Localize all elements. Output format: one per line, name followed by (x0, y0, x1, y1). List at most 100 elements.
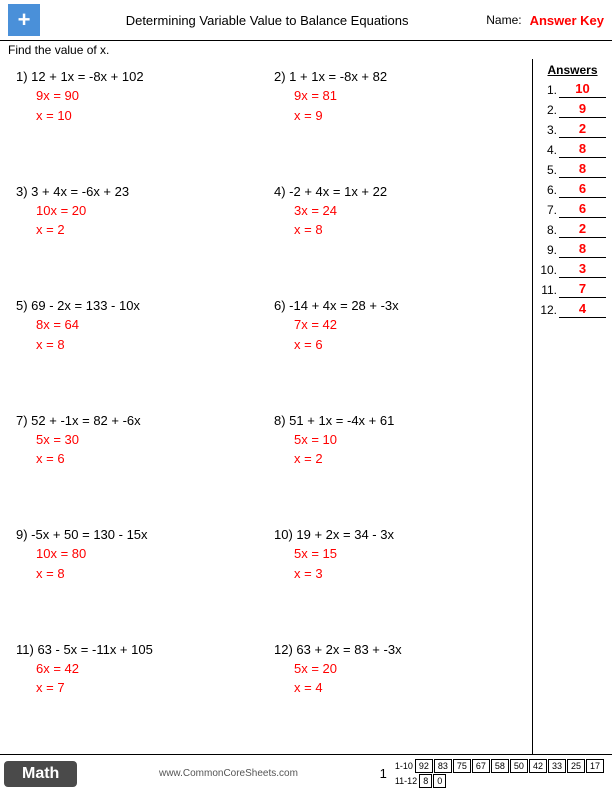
answer-key-label: Answer Key (530, 13, 604, 28)
answer-value-6: 6 (559, 181, 606, 198)
problem-statement-3: 3) 3 + 4x = -6x + 23 (16, 184, 258, 199)
range1-label: 1-10 (395, 761, 413, 771)
answer-value-3: 2 (559, 121, 606, 138)
score-7: 42 (529, 759, 547, 773)
footer-stats: 1-10 92837567585042332517 11-12 80 (395, 759, 604, 788)
problem-8: 8) 51 + 1x = -4x + 61 5x = 10 x = 2 (266, 407, 524, 522)
answer-sidebar: Answers 1. 10 2. 9 3. 2 4. 8 5. 8 6. 6 7… (532, 59, 612, 754)
footer: Math www.CommonCoreSheets.com 1 1-10 928… (0, 754, 612, 792)
problem-statement-2: 2) 1 + 1x = -8x + 82 (274, 69, 516, 84)
problem-statement-11: 11) 63 - 5x = -11x + 105 (16, 642, 258, 657)
answer-num-12: 12. (539, 303, 557, 317)
answer-value-9: 8 (559, 241, 606, 258)
answer-item-4: 4. 8 (539, 141, 606, 158)
problem-12: 12) 63 + 2x = 83 + -3x 5x = 20 x = 4 (266, 636, 524, 751)
problem-4: 4) -2 + 4x = 1x + 22 3x = 24 x = 8 (266, 178, 524, 293)
score-5: 58 (491, 759, 509, 773)
answer-item-2: 2. 9 (539, 101, 606, 118)
answer-num-10: 10. (539, 263, 557, 277)
step2-2: x = 9 (294, 106, 516, 126)
answer-item-6: 6. 6 (539, 181, 606, 198)
header-title: Determining Variable Value to Balance Eq… (48, 13, 486, 28)
step2-10: x = 3 (294, 564, 516, 584)
score-6: 50 (510, 759, 528, 773)
logo: + (8, 4, 40, 36)
score-2: 83 (434, 759, 452, 773)
problem-statement-9: 9) -5x + 50 = 130 - 15x (16, 527, 258, 542)
answer-item-7: 7. 6 (539, 201, 606, 218)
step2-9: x = 8 (36, 564, 258, 584)
answer-value-12: 4 (559, 301, 606, 318)
step2-7: x = 6 (36, 449, 258, 469)
step1-9: 10x = 80 (36, 544, 258, 564)
score2-1: 8 (419, 774, 432, 788)
page: + Determining Variable Value to Balance … (0, 0, 612, 792)
problem-statement-12: 12) 63 + 2x = 83 + -3x (274, 642, 516, 657)
problem-3: 3) 3 + 4x = -6x + 23 10x = 20 x = 2 (8, 178, 266, 293)
step1-6: 7x = 42 (294, 315, 516, 335)
range2-label: 11-12 (395, 776, 417, 786)
problem-2: 2) 1 + 1x = -8x + 82 9x = 81 x = 9 (266, 63, 524, 178)
score-3: 75 (453, 759, 471, 773)
step1-2: 9x = 81 (294, 86, 516, 106)
answer-num-3: 3. (539, 123, 557, 137)
step2-12: x = 4 (294, 678, 516, 698)
answer-value-10: 3 (559, 261, 606, 278)
answer-item-5: 5. 8 (539, 161, 606, 178)
answer-item-12: 12. 4 (539, 301, 606, 318)
answer-item-11: 11. 7 (539, 281, 606, 298)
answer-num-7: 7. (539, 203, 557, 217)
answer-value-11: 7 (559, 281, 606, 298)
score-4: 67 (472, 759, 490, 773)
answer-item-9: 9. 8 (539, 241, 606, 258)
answers-title: Answers (547, 63, 597, 77)
step1-4: 3x = 24 (294, 201, 516, 221)
math-badge: Math (4, 761, 77, 787)
answer-num-1: 1. (539, 83, 557, 97)
answer-num-4: 4. (539, 143, 557, 157)
problem-11: 11) 63 - 5x = -11x + 105 6x = 42 x = 7 (8, 636, 266, 751)
problem-statement-1: 1) 12 + 1x = -8x + 102 (16, 69, 258, 84)
problem-statement-6: 6) -14 + 4x = 28 + -3x (274, 298, 516, 313)
step2-3: x = 2 (36, 220, 258, 240)
answer-num-11: 11. (539, 283, 557, 297)
page-number: 1 (380, 766, 387, 781)
logo-plus-icon: + (18, 9, 31, 31)
score-1: 92 (415, 759, 433, 773)
problem-6: 6) -14 + 4x = 28 + -3x 7x = 42 x = 6 (266, 292, 524, 407)
answer-value-4: 8 (559, 141, 606, 158)
step2-11: x = 7 (36, 678, 258, 698)
step1-3: 10x = 20 (36, 201, 258, 221)
step1-12: 5x = 20 (294, 659, 516, 679)
problem-statement-7: 7) 52 + -1x = 82 + -6x (16, 413, 258, 428)
answer-item-8: 8. 2 (539, 221, 606, 238)
content-area: 1) 12 + 1x = -8x + 102 9x = 90 x = 10 2)… (0, 59, 612, 754)
answer-value-7: 6 (559, 201, 606, 218)
step2-4: x = 8 (294, 220, 516, 240)
answer-num-2: 2. (539, 103, 557, 117)
problem-9: 9) -5x + 50 = 130 - 15x 10x = 80 x = 8 (8, 521, 266, 636)
footer-url: www.CommonCoreSheets.com (85, 768, 371, 779)
answer-item-10: 10. 3 (539, 261, 606, 278)
score-9: 25 (567, 759, 585, 773)
step2-1: x = 10 (36, 106, 258, 126)
answer-num-5: 5. (539, 163, 557, 177)
subheader: Find the value of x. (0, 41, 612, 59)
problem-10: 10) 19 + 2x = 34 - 3x 5x = 15 x = 3 (266, 521, 524, 636)
scores-row1: 92837567585042332517 (415, 759, 604, 773)
problem-statement-8: 8) 51 + 1x = -4x + 61 (274, 413, 516, 428)
problem-statement-10: 10) 19 + 2x = 34 - 3x (274, 527, 516, 542)
step1-1: 9x = 90 (36, 86, 258, 106)
problems-grid: 1) 12 + 1x = -8x + 102 9x = 90 x = 10 2)… (8, 63, 524, 750)
header: + Determining Variable Value to Balance … (0, 0, 612, 41)
scores-row2: 80 (419, 774, 446, 788)
step2-6: x = 6 (294, 335, 516, 355)
step2-8: x = 2 (294, 449, 516, 469)
step1-10: 5x = 15 (294, 544, 516, 564)
problem-7: 7) 52 + -1x = 82 + -6x 5x = 30 x = 6 (8, 407, 266, 522)
step1-11: 6x = 42 (36, 659, 258, 679)
answer-value-5: 8 (559, 161, 606, 178)
step1-8: 5x = 10 (294, 430, 516, 450)
answer-num-9: 9. (539, 243, 557, 257)
score2-2: 0 (433, 774, 446, 788)
